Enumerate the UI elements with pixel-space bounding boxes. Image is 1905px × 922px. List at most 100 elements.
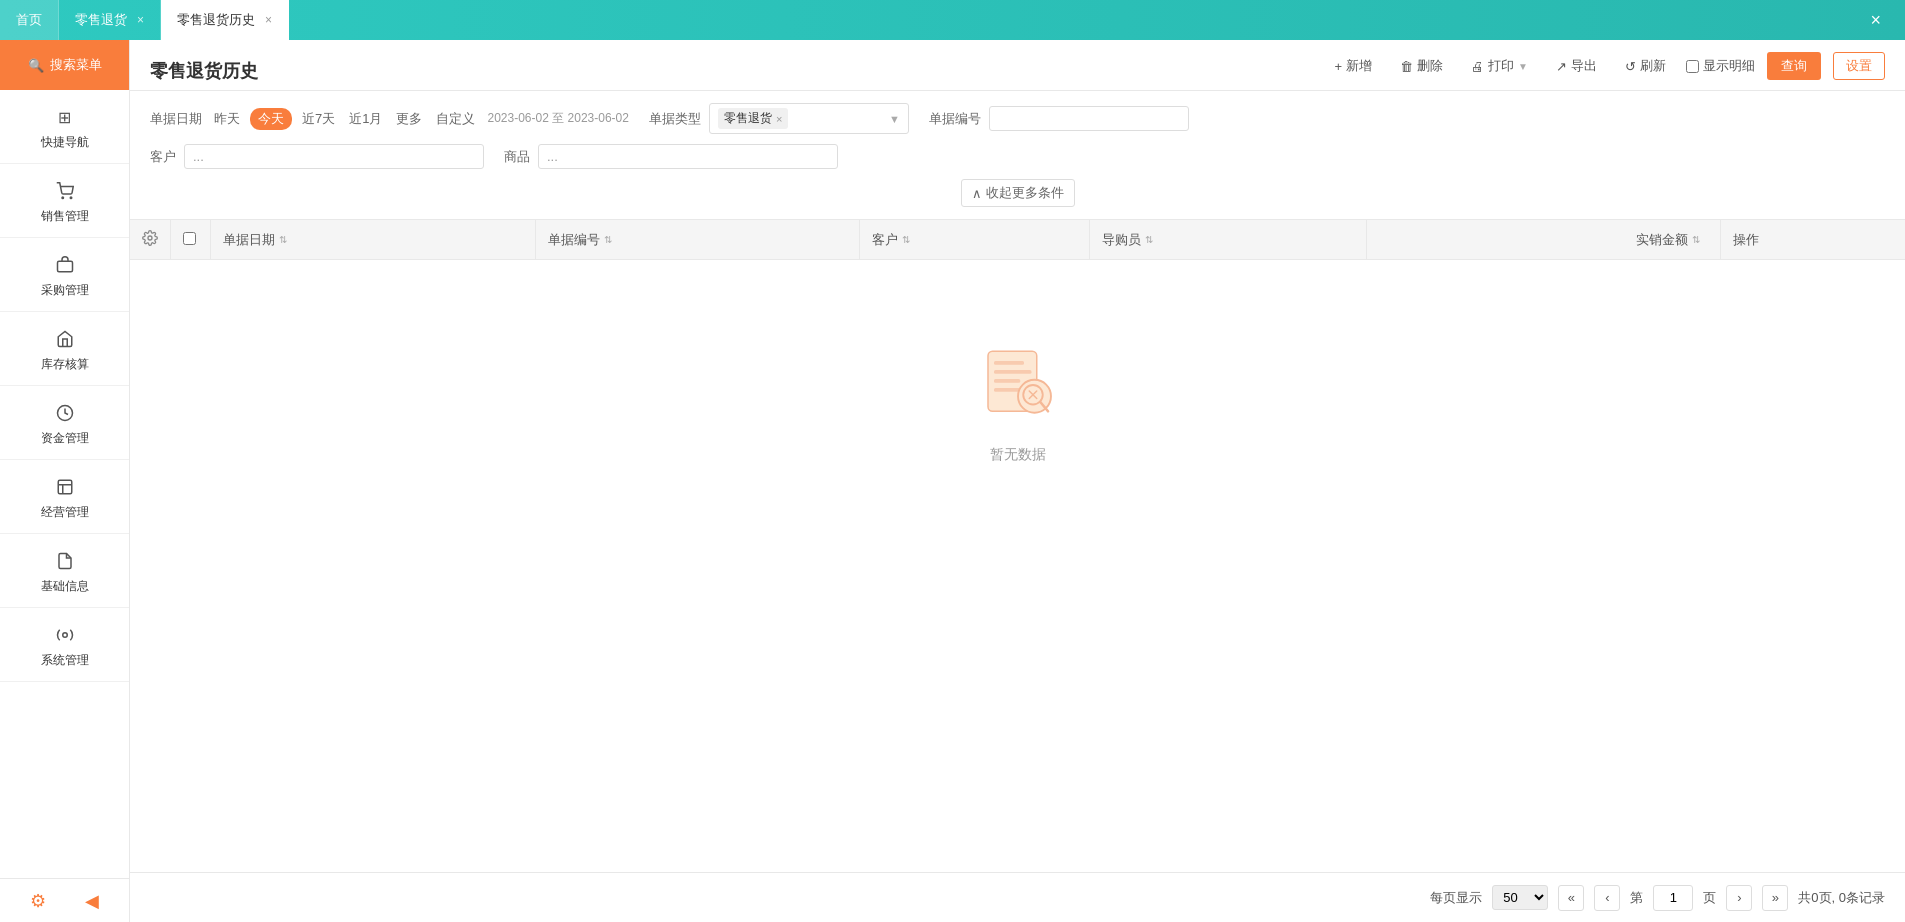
sidebar-item-quick-nav[interactable]: ⊞ 快捷导航 [0,90,129,164]
sales-icon [54,180,76,202]
system-icon [54,624,76,646]
date-shortcuts: 昨天 今天 近7天 近1月 更多 自定义 [210,108,479,130]
retail-return-history-tab-close[interactable]: × [265,13,272,27]
sidebar-item-operation-mgmt[interactable]: 经营管理 [0,460,129,534]
retail-return-tab-close[interactable]: × [137,13,144,27]
print-button[interactable]: 🖨 打印 ▼ [1463,53,1536,79]
table-header: 单据日期 ⇅ 单据编号 ⇅ 客户 [130,220,1905,260]
retail-return-history-tab-label: 零售退货历史 [177,11,255,29]
collapse-sidebar-icon[interactable]: ◀ [85,890,99,912]
shortcut-more[interactable]: 更多 [392,108,426,130]
new-button[interactable]: + 新增 [1327,53,1381,79]
sidebar-item-inventory[interactable]: 库存核算 [0,312,129,386]
shortcut-yesterday[interactable]: 昨天 [210,108,244,130]
empty-text: 暂无数据 [990,446,1046,464]
table-body: 暂无数据 [130,260,1905,545]
filter-row-2: 客户 ... 商品 ... [150,144,1885,169]
th-amount[interactable]: 实销金额 ⇅ [1367,220,1721,260]
top-bar: 首页 零售退货 × 零售退货历史 × × [0,0,1905,40]
page-title: 零售退货历史 [150,59,258,83]
tab-retail-return-history[interactable]: 零售退货历史 × [161,0,289,40]
table-area: 单据日期 ⇅ 单据编号 ⇅ 客户 [130,220,1905,872]
shortcut-today[interactable]: 今天 [250,108,292,130]
th-customer[interactable]: 客户 ⇅ [860,220,1090,260]
sidebar-item-basic-info[interactable]: 基础信息 [0,534,129,608]
settings-button[interactable]: 设置 [1833,52,1885,80]
page-number-input[interactable] [1653,885,1693,911]
show-detail-checkbox[interactable] [1686,60,1699,73]
svg-point-5 [62,633,67,638]
pagination: 每页显示 50 20 100 « ‹ 第 页 › » 共0页, 0条记录 [130,872,1905,922]
svg-rect-4 [58,480,72,494]
th-customer-sort-icon: ⇅ [902,234,910,245]
th-date-label: 单据日期 [223,231,275,249]
quick-nav-icon: ⊞ [54,106,76,128]
doc-type-label: 单据类型 [649,110,701,128]
tab-retail-return[interactable]: 零售退货 × [59,0,161,40]
new-icon: + [1335,59,1343,74]
product-dots: ... [547,149,558,164]
customer-select[interactable]: ... [184,144,484,169]
shortcut-1month[interactable]: 近1月 [345,108,386,130]
shortcut-7days[interactable]: 近7天 [298,108,339,130]
sidebar-bottom: ⚙ ◀ [0,878,129,922]
date-range-display: 2023-06-02 至 2023-06-02 [487,110,628,127]
collapse-filter-button[interactable]: ∧ 收起更多条件 [961,179,1075,207]
home-tab-label: 首页 [16,11,42,29]
product-select[interactable]: ... [538,144,838,169]
tab-home[interactable]: 首页 [0,0,59,40]
query-button[interactable]: 查询 [1767,52,1821,80]
date-separator: 至 [552,111,567,125]
svg-rect-9 [994,370,1032,374]
first-page-button[interactable]: « [1558,885,1584,911]
date-filter: 单据日期 昨天 今天 近7天 近1月 更多 自定义 2023-06-02 至 2… [150,108,629,130]
svg-point-6 [148,236,152,240]
sidebar-item-fund-mgmt[interactable]: 资金管理 [0,386,129,460]
sidebar-item-purchase-mgmt[interactable]: 采购管理 [0,238,129,312]
filter-row-1: 单据日期 昨天 今天 近7天 近1月 更多 自定义 2023-06-02 至 2… [150,103,1885,134]
doc-number-input[interactable] [989,106,1189,131]
sidebar-search[interactable]: 🔍 搜索菜单 [0,40,129,90]
basic-info-icon [54,550,76,572]
svg-point-0 [62,197,64,199]
last-page-button[interactable]: » [1762,885,1788,911]
doc-type-select[interactable]: 零售退货 × ▼ [709,103,909,134]
export-button[interactable]: ↗ 导出 [1548,53,1605,79]
doc-type-filter: 单据类型 零售退货 × ▼ [649,103,909,134]
inventory-icon [54,328,76,350]
th-checkbox[interactable] [171,220,211,260]
show-detail-label: 显示明细 [1703,57,1755,75]
th-settings[interactable] [130,220,171,260]
empty-row: 暂无数据 [130,260,1905,545]
sidebar-item-label-inventory: 库存核算 [41,356,89,373]
settings-bottom-icon[interactable]: ⚙ [30,890,46,912]
sidebar-item-sales-mgmt[interactable]: 销售管理 [0,164,129,238]
show-detail-toggle[interactable]: 显示明细 [1686,57,1755,75]
svg-point-1 [70,197,72,199]
date-to: 2023-06-02 [568,111,629,125]
th-guide[interactable]: 导购员 ⇅ [1090,220,1367,260]
next-page-button[interactable]: › [1726,885,1752,911]
page-unit: 页 [1703,889,1716,907]
toolbar: + 新增 🗑 删除 🖨 打印 ▼ ↗ 导出 ↺ 刷新 [1327,52,1886,90]
date-filter-label: 单据日期 [150,110,202,128]
doc-type-tag-text: 零售退货 [724,110,772,127]
shortcut-custom[interactable]: 自定义 [432,108,479,130]
th-guide-sort-icon: ⇅ [1145,234,1153,245]
doc-type-select-arrow: ▼ [889,113,900,125]
tab-list: 首页 零售退货 × 零售退货历史 × [0,0,1862,40]
sidebar-item-system-mgmt[interactable]: 系统管理 [0,608,129,682]
delete-button[interactable]: 🗑 删除 [1392,53,1451,79]
select-all-checkbox[interactable] [183,232,196,245]
th-number[interactable]: 单据编号 ⇅ [535,220,860,260]
page-size-select[interactable]: 50 20 100 [1492,885,1548,910]
page-label: 第 [1630,889,1643,907]
refresh-button[interactable]: ↺ 刷新 [1617,53,1674,79]
window-close-button[interactable]: × [1862,10,1889,31]
th-amount-sort-icon: ⇅ [1692,234,1700,245]
th-date[interactable]: 单据日期 ⇅ [211,220,536,260]
prev-page-button[interactable]: ‹ [1594,885,1620,911]
sidebar-search-label: 搜索菜单 [50,56,102,74]
doc-type-tag-close[interactable]: × [776,113,782,125]
delete-icon: 🗑 [1400,59,1413,74]
